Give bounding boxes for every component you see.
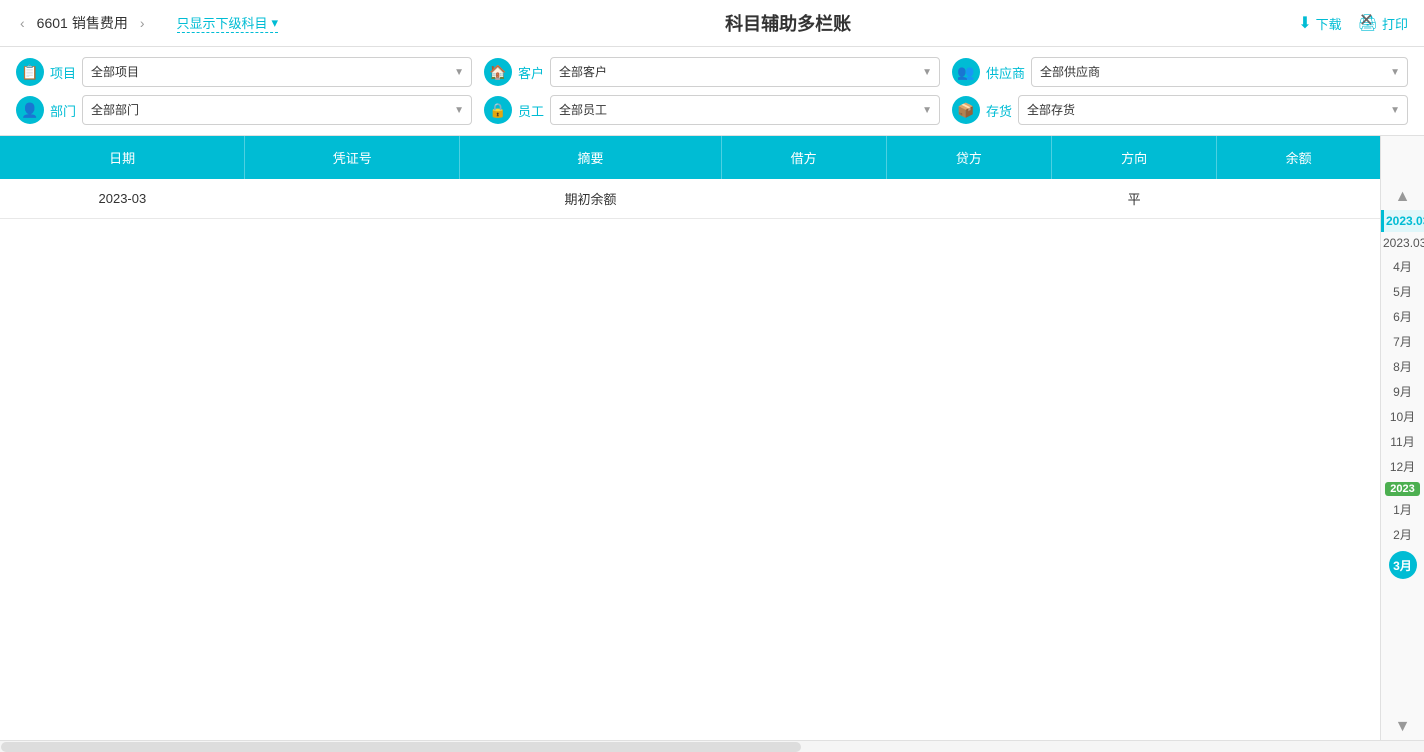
employee-select[interactable]: 全部员工	[550, 95, 940, 125]
employee-icon: 🔒	[484, 96, 512, 124]
sidebar-entry-5[interactable]: 5月	[1381, 279, 1424, 304]
active-month-badge: 3月	[1389, 551, 1417, 579]
col-debit: 借方	[721, 136, 886, 179]
cell-direction: 平	[1051, 179, 1216, 219]
sub-account-label: 只显示下级科目	[177, 13, 268, 32]
department-select[interactable]: 全部部门	[82, 95, 472, 125]
close-button[interactable]: ✕	[1359, 10, 1374, 31]
table-container: 日期 凭证号 摘要 借方 贷方 方向 余额 2023-03 期初余额 平	[0, 136, 1424, 740]
download-label: 下载	[1316, 14, 1342, 33]
sidebar-entry-7[interactable]: 7月	[1381, 329, 1424, 354]
supplier-label: 供应商	[986, 63, 1025, 82]
next-account-button[interactable]: ›	[136, 13, 149, 33]
account-code: 6601	[37, 15, 68, 31]
account-code-box: 6601 销售费用	[37, 13, 128, 33]
table-header-row: 日期 凭证号 摘要 借方 贷方 方向 余额	[0, 136, 1380, 179]
inventory-label: 存货	[986, 101, 1012, 120]
filter-customer: 🏠 客户 全部客户 ▼	[484, 57, 940, 87]
col-balance: 余额	[1217, 136, 1380, 179]
department-icon: 👤	[16, 96, 44, 124]
page-title: 科目辅助多栏账	[286, 10, 1290, 36]
sub-account-arrow-icon: ▾	[272, 15, 279, 31]
filter-project: 📋 项目 全部项目 ▼	[16, 57, 472, 87]
project-select-wrapper: 全部项目 ▼	[82, 57, 472, 87]
scrollbar-thumb	[1, 742, 801, 752]
supplier-icon: 👥	[952, 58, 980, 86]
cell-voucher	[245, 179, 460, 219]
download-button[interactable]: ⬇ 下载	[1298, 13, 1341, 33]
cell-debit	[721, 179, 886, 219]
project-icon: 📋	[16, 58, 44, 86]
department-label: 部门	[50, 101, 76, 120]
filter-supplier: 👥 供应商 全部供应商 ▼	[952, 57, 1408, 87]
table-row: 2023-03 期初余额 平	[0, 179, 1380, 219]
content-area: 日期 凭证号 摘要 借方 贷方 方向 余额 2023-03 期初余额 平 ▲ 202…	[0, 136, 1424, 740]
col-date: 日期	[0, 136, 245, 179]
sidebar-entry-6[interactable]: 6月	[1381, 304, 1424, 329]
filter-inventory: 📦 存货 全部存货 ▼	[952, 95, 1408, 125]
sidebar-entry-3-active[interactable]: 3月	[1381, 547, 1424, 583]
project-label: 项目	[50, 63, 76, 82]
sidebar-entry-2023-03-selected[interactable]: 2023.03	[1381, 210, 1424, 232]
sidebar-entry-4[interactable]: 4月	[1381, 254, 1424, 279]
supplier-select[interactable]: 全部供应商	[1031, 57, 1408, 87]
inventory-icon: 📦	[952, 96, 980, 124]
print-label: 打印	[1382, 14, 1408, 33]
cell-date: 2023-03	[0, 179, 245, 219]
bottom-scrollbar[interactable]	[0, 740, 1424, 752]
toolbar-actions: ⬇ 下载 🖨 打印	[1298, 13, 1408, 33]
filter-row-1: 📋 项目 全部项目 ▼ 🏠 客户 全部客户 ▼	[16, 57, 1408, 87]
sidebar-entry-12[interactable]: 12月	[1381, 454, 1424, 479]
customer-icon: 🏠	[484, 58, 512, 86]
sidebar-entry-10[interactable]: 10月	[1381, 404, 1424, 429]
col-summary: 摘要	[460, 136, 721, 179]
main-window: ✕ ‹ 6601 销售费用 › 只显示下级科目 ▾ 科目辅助多栏账 ⬇ 下载 🖨…	[0, 0, 1424, 752]
col-direction: 方向	[1051, 136, 1216, 179]
ledger-table: 日期 凭证号 摘要 借方 贷方 方向 余额 2023-03 期初余额 平	[0, 136, 1380, 219]
sidebar-entry-2023-03[interactable]: 2023.03	[1381, 232, 1424, 254]
employee-label: 员工	[518, 101, 544, 120]
sidebar-entry-2[interactable]: 2月	[1381, 522, 1424, 547]
sub-account-filter[interactable]: 只显示下级科目 ▾	[177, 13, 279, 33]
right-sidebar: ▲ 2023.03 2023.03 4月 5月 6月 7月 8月 9月 10月 …	[1380, 136, 1424, 740]
inventory-select[interactable]: 全部存货	[1018, 95, 1408, 125]
year-badge-label: 2023	[1385, 482, 1419, 496]
filter-department: 👤 部门 全部部门 ▼	[16, 95, 472, 125]
sidebar-entry-11[interactable]: 11月	[1381, 429, 1424, 454]
download-icon: ⬇	[1298, 13, 1311, 33]
customer-label: 客户	[518, 63, 544, 82]
customer-select[interactable]: 全部客户	[550, 57, 940, 87]
cell-balance	[1217, 179, 1380, 219]
project-select[interactable]: 全部项目	[82, 57, 472, 87]
filter-row-2: 👤 部门 全部部门 ▼ 🔒 员工 全部员工 ▼	[16, 95, 1408, 125]
prev-account-button[interactable]: ‹	[16, 13, 29, 33]
filter-bar: 📋 项目 全部项目 ▼ 🏠 客户 全部客户 ▼	[0, 47, 1424, 136]
cell-summary: 期初余额	[460, 179, 721, 219]
col-credit: 贷方	[886, 136, 1051, 179]
col-voucher: 凭证号	[245, 136, 460, 179]
filter-employee: 🔒 员工 全部员工 ▼	[484, 95, 940, 125]
sidebar-up-button[interactable]: ▲	[1391, 184, 1415, 210]
sidebar-entry-9[interactable]: 9月	[1381, 379, 1424, 404]
inventory-select-wrapper: 全部存货 ▼	[1018, 95, 1408, 125]
cell-credit	[886, 179, 1051, 219]
sidebar-entry-1[interactable]: 1月	[1381, 497, 1424, 522]
employee-select-wrapper: 全部员工 ▼	[550, 95, 940, 125]
sidebar-entry-8[interactable]: 8月	[1381, 354, 1424, 379]
account-name: 销售费用	[72, 13, 128, 33]
department-select-wrapper: 全部部门 ▼	[82, 95, 472, 125]
sidebar-down-button[interactable]: ▼	[1391, 714, 1415, 740]
top-bar: ‹ 6601 销售费用 › 只显示下级科目 ▾ 科目辅助多栏账 ⬇ 下载 🖨 打…	[0, 0, 1424, 47]
customer-select-wrapper: 全部客户 ▼	[550, 57, 940, 87]
supplier-select-wrapper: 全部供应商 ▼	[1031, 57, 1408, 87]
sidebar-year-2023[interactable]: 2023	[1381, 479, 1424, 497]
